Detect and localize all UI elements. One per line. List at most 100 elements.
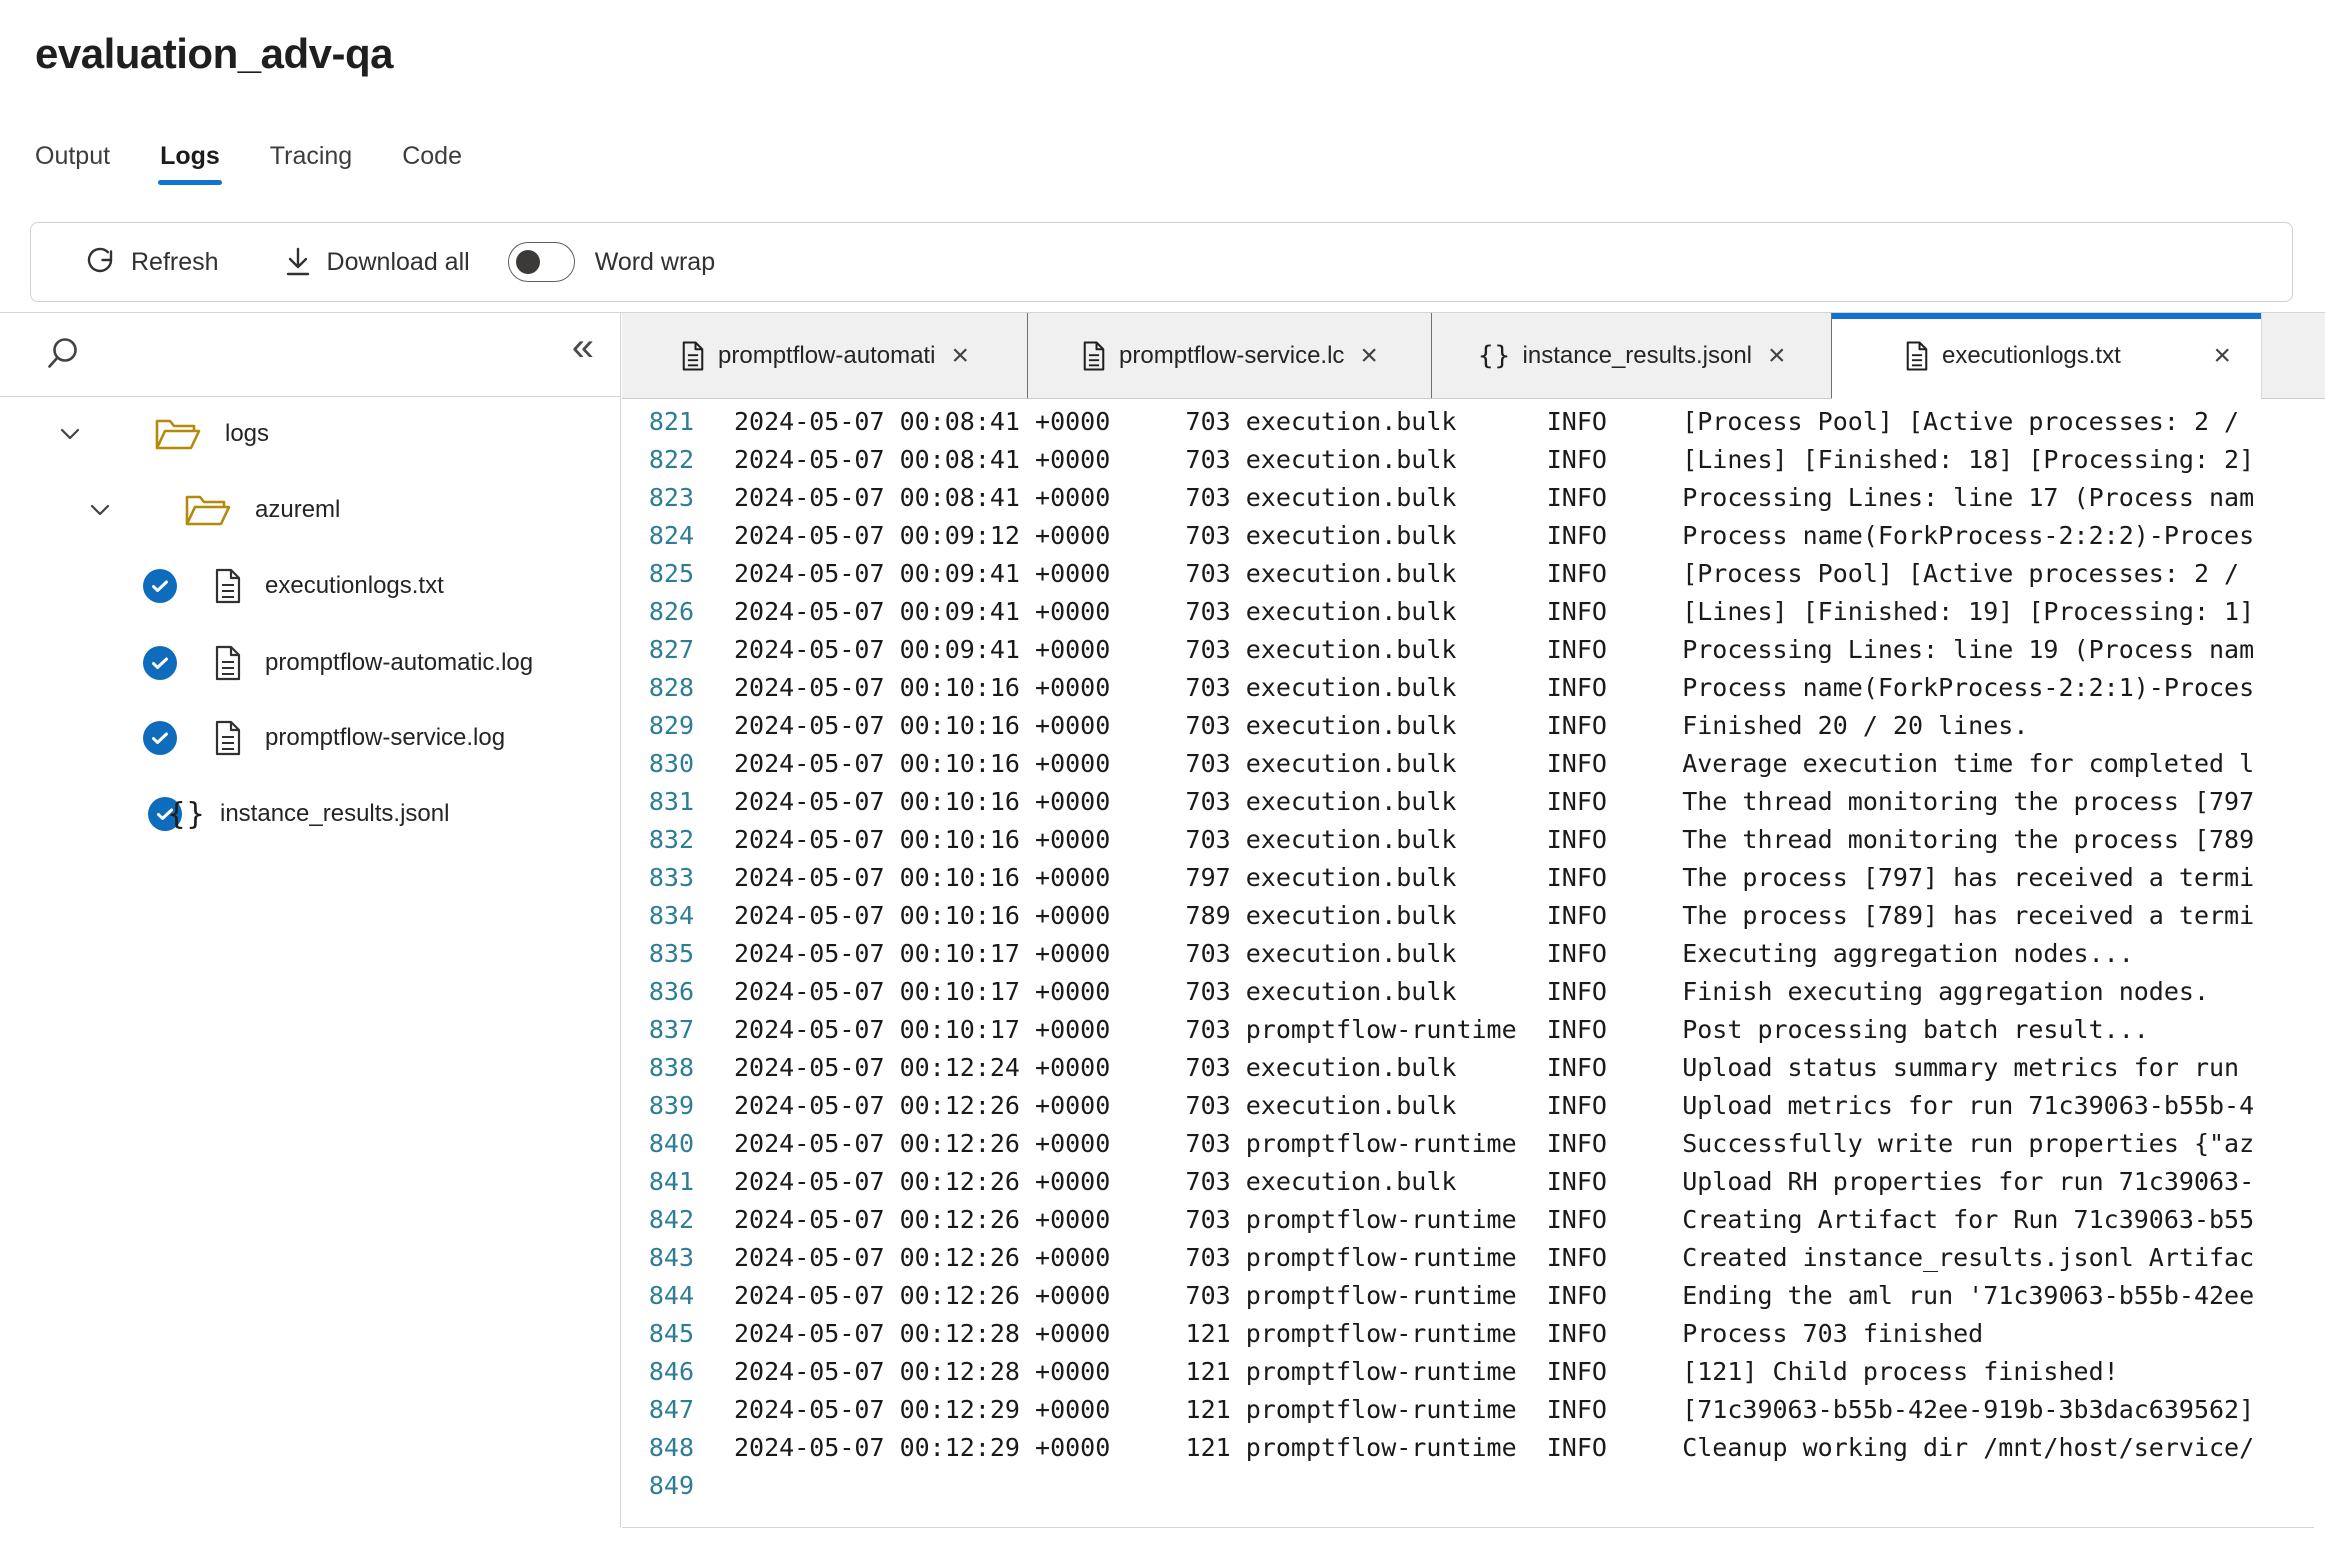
- log-line-number: 847: [648, 1395, 694, 1424]
- log-pid: 703: [1185, 521, 1231, 550]
- log-level: INFO: [1546, 1243, 1607, 1272]
- log-line: 841 2024-05-07 00:12:26 +0000 703 execut…: [622, 1163, 2325, 1201]
- tree-file-promptflow-automatic[interactable]: promptflow-automatic.log: [0, 639, 620, 687]
- log-level: INFO: [1546, 1015, 1607, 1044]
- log-line: 849: [622, 1467, 2325, 1505]
- tree-file-executionlogs[interactable]: executionlogs.txt: [0, 562, 620, 610]
- log-pid: 703: [1185, 825, 1231, 854]
- collapse-sidebar-button[interactable]: «: [572, 325, 594, 369]
- close-icon[interactable]: ×: [1360, 340, 1378, 371]
- log-level: INFO: [1546, 901, 1607, 930]
- chevron-down-icon[interactable]: [85, 495, 121, 525]
- log-level: INFO: [1546, 559, 1607, 588]
- log-level: INFO: [1546, 1433, 1607, 1462]
- log-logger: [869, 1467, 1170, 1505]
- log-message: The process [789] has received a termi: [1682, 901, 2255, 930]
- tree-file-instance-results[interactable]: {} instance_results.jsonl: [0, 790, 620, 838]
- file-tab-label: executionlogs.txt: [1942, 342, 2121, 369]
- log-line-number: 823: [648, 483, 694, 512]
- log-line-number: 843: [648, 1243, 694, 1272]
- tab-code[interactable]: Code: [400, 140, 464, 185]
- open-folder-icon: [183, 489, 233, 531]
- tree-folder-azureml[interactable]: azureml: [0, 486, 620, 534]
- tab-output[interactable]: Output: [33, 140, 112, 185]
- refresh-icon: [85, 246, 117, 278]
- log-level: INFO: [1546, 1053, 1607, 1082]
- log-line-number: 838: [648, 1053, 694, 1082]
- log-message: Successfully write run properties {"az: [1682, 1129, 2255, 1158]
- log-pid: 121: [1185, 1357, 1231, 1386]
- log-timestamp: 2024-05-07 00:09:41 +0000: [734, 597, 1111, 626]
- log-level: INFO: [1546, 939, 1607, 968]
- open-folder-icon: [153, 413, 203, 455]
- refresh-button[interactable]: Refresh: [85, 246, 219, 278]
- log-message: Finished 20 / 20 lines.: [1682, 711, 2029, 740]
- file-tab-executionlogs-active[interactable]: executionlogs.txt ×: [1832, 313, 2262, 399]
- log-line-number: 832: [648, 825, 694, 854]
- log-pid: 703: [1185, 1015, 1231, 1044]
- log-pid: 703: [1185, 711, 1231, 740]
- log-pid: 703: [1185, 1243, 1231, 1272]
- log-logger: promptflow-runtime: [1245, 1357, 1517, 1386]
- log-level: INFO: [1546, 749, 1607, 778]
- log-line-number: 830: [648, 749, 694, 778]
- log-message: [Process Pool] [Active processes: 2 /: [1682, 559, 2240, 588]
- download-icon: [283, 246, 313, 278]
- log-line-number: 835: [648, 939, 694, 968]
- close-icon[interactable]: ×: [1768, 340, 1786, 371]
- chevron-down-icon[interactable]: [55, 419, 91, 449]
- log-logger: execution.bulk: [1245, 863, 1457, 892]
- search-icon[interactable]: [46, 333, 88, 375]
- log-line: 847 2024-05-07 00:12:29 +0000 121 prompt…: [622, 1391, 2325, 1429]
- log-viewer[interactable]: 821 2024-05-07 00:08:41 +0000 703 execut…: [622, 399, 2325, 1527]
- log-level: INFO: [1546, 673, 1607, 702]
- file-tab-promptflow-service[interactable]: promptflow-service.lc ×: [1028, 313, 1432, 398]
- log-line: 843 2024-05-07 00:12:26 +0000 703 prompt…: [622, 1239, 2325, 1277]
- log-level: INFO: [1546, 1357, 1607, 1386]
- log-message: Cleanup working dir /mnt/host/service/: [1682, 1433, 2255, 1462]
- page: evaluation_adv-qa Output Logs Tracing Co…: [0, 0, 2325, 1550]
- file-tab-strip: promptflow-automati × promptflow-service…: [622, 313, 2325, 399]
- log-timestamp: 2024-05-07 00:10:17 +0000: [734, 977, 1111, 1006]
- log-line-number: 840: [648, 1129, 694, 1158]
- word-wrap-toggle[interactable]: [507, 242, 575, 282]
- log-level: INFO: [1546, 1091, 1607, 1120]
- close-icon[interactable]: ×: [951, 340, 969, 371]
- log-level: INFO: [1546, 1205, 1607, 1234]
- file-tab-promptflow-automatic[interactable]: promptflow-automati ×: [622, 313, 1028, 398]
- log-timestamp: 2024-05-07 00:08:41 +0000: [734, 407, 1111, 436]
- log-timestamp: 2024-05-07 00:10:16 +0000: [734, 711, 1111, 740]
- close-icon[interactable]: ×: [2213, 341, 2231, 371]
- log-timestamp: 2024-05-07 00:10:16 +0000: [734, 673, 1111, 702]
- log-message: Process name(ForkProcess-2:2:2)-Proces: [1682, 521, 2255, 550]
- download-all-button[interactable]: Download all: [283, 246, 470, 278]
- log-level: INFO: [1546, 1281, 1607, 1310]
- log-logger: promptflow-runtime: [1245, 1395, 1517, 1424]
- log-pid: 703: [1185, 749, 1231, 778]
- refresh-label: Refresh: [131, 247, 219, 276]
- log-logger: execution.bulk: [1245, 445, 1457, 474]
- panel-bottom-divider: [622, 1527, 2314, 1528]
- log-logger: execution.bulk: [1245, 521, 1457, 550]
- nav-tabs: Output Logs Tracing Code: [33, 140, 464, 185]
- log-timestamp: 2024-05-07 00:09:12 +0000: [734, 521, 1111, 550]
- log-line: 845 2024-05-07 00:12:28 +0000 121 prompt…: [622, 1315, 2325, 1353]
- log-pid: 703: [1185, 1091, 1231, 1120]
- log-logger: execution.bulk: [1245, 711, 1457, 740]
- tree-file-promptflow-service[interactable]: promptflow-service.log: [0, 714, 620, 762]
- log-message: Processing Lines: line 19 (Process nam: [1682, 635, 2255, 664]
- log-line-number: 839: [648, 1091, 694, 1120]
- log-timestamp: 2024-05-07 00:10:16 +0000: [734, 749, 1111, 778]
- log-message: Upload metrics for run 71c39063-b55b-4: [1682, 1091, 2255, 1120]
- download-all-label: Download all: [326, 247, 470, 276]
- tab-tracing[interactable]: Tracing: [268, 140, 354, 185]
- file-tab-instance-results[interactable]: {} instance_results.jsonl ×: [1432, 313, 1832, 398]
- tree-folder-logs[interactable]: logs: [0, 410, 620, 458]
- tab-logs[interactable]: Logs: [158, 140, 222, 185]
- log-line: 833 2024-05-07 00:10:16 +0000 797 execut…: [622, 859, 2325, 897]
- file-tree-sidebar: « logs azureml executionlogs.txt promptf…: [0, 313, 621, 1527]
- log-timestamp: 2024-05-07 00:12:28 +0000: [734, 1357, 1111, 1386]
- log-line: 842 2024-05-07 00:12:26 +0000 703 prompt…: [622, 1201, 2325, 1239]
- log-line: 825 2024-05-07 00:09:41 +0000 703 execut…: [622, 555, 2325, 593]
- json-braces-icon: {}: [166, 796, 206, 832]
